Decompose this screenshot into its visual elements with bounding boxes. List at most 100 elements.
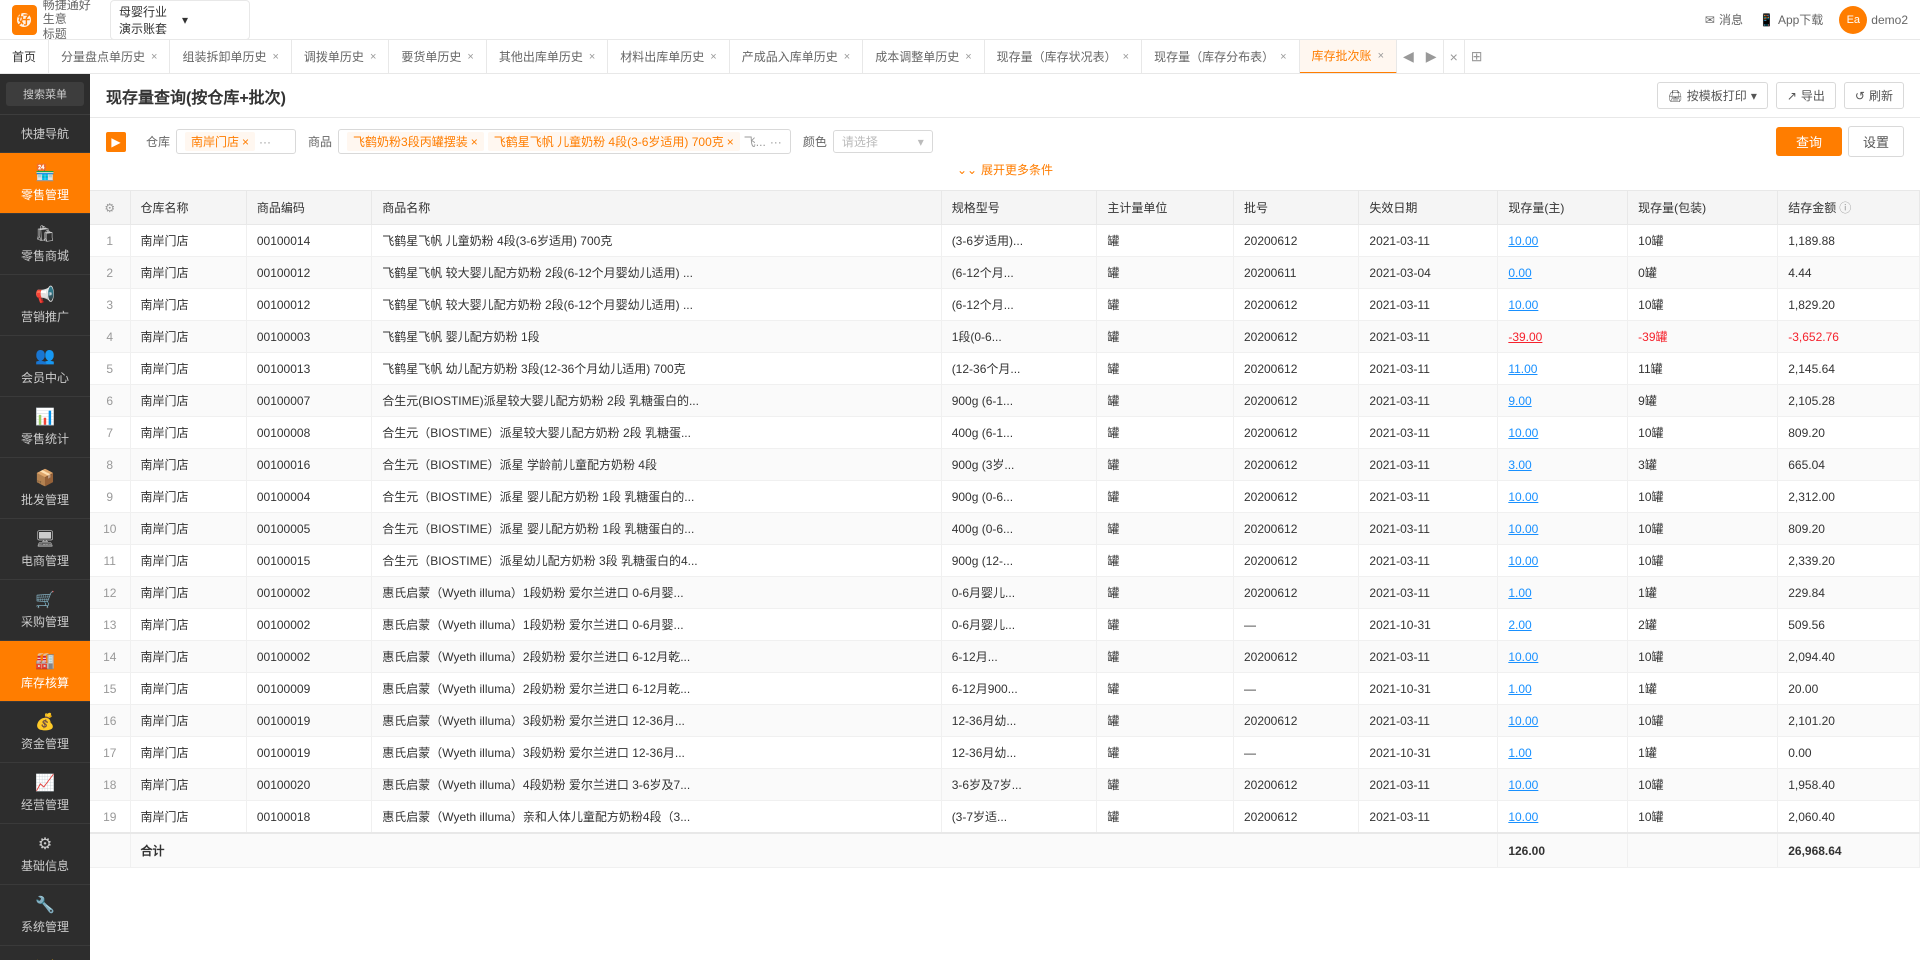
tab-close-all[interactable]: × [1443,40,1464,74]
tab-close-kucun-pici[interactable]: × [1378,50,1384,62]
search-menu-button[interactable]: 搜索菜单 [6,82,84,106]
cell-qty-main[interactable]: 1.00 [1498,737,1628,769]
cell-qty-main[interactable]: 10.00 [1498,481,1628,513]
export-button[interactable]: ↗ 导出 [1776,82,1836,109]
tab-kucun-status[interactable]: 现存量（库存状况表） × [985,40,1142,74]
tab-nav-next[interactable]: ▶ [1420,40,1443,74]
tab-close-yaohuo[interactable]: × [467,51,473,63]
column-settings-icon[interactable]: ⚙ [104,201,115,215]
tab-expand[interactable]: ⊞ [1464,40,1489,74]
sidebar-item-finance[interactable]: 💰 资金管理 [0,702,90,763]
tab-yaohuo[interactable]: 要货单历史 × [389,40,486,74]
industry-select[interactable]: 母婴行业演示账套 ▾ [110,0,250,40]
cell-qty-main[interactable]: 9.00 [1498,385,1628,417]
warehouse-tag-container[interactable]: 南岸门店 × ··· [176,129,296,154]
cell-amount: 0.00 [1778,737,1920,769]
retail-icon: 🏪 [6,163,84,183]
tab-close-chengben[interactable]: × [965,51,971,63]
tab-diaobo[interactable]: 调拨单历史 × [292,40,389,74]
tab-qita[interactable]: 其他出库单历史 × [487,40,608,74]
tab-close-cailiao[interactable]: × [710,51,716,63]
tab-nav-prev[interactable]: ◀ [1397,40,1420,74]
cell-qty-main[interactable]: -39.00 [1498,321,1628,353]
cell-qty-main[interactable]: 3.00 [1498,449,1628,481]
table-row: 15南岸门店00100009惠氏启蒙（Wyeth illuma）2段奶粉 爱尔兰… [90,673,1920,705]
cell-qty-main[interactable]: 10.00 [1498,545,1628,577]
sidebar-item-system[interactable]: 🔧 系统管理 [0,885,90,946]
cell-batch: 20200612 [1233,513,1358,545]
cell-qty-main[interactable]: 10.00 [1498,769,1628,801]
cell-qty-main[interactable]: 11.00 [1498,353,1628,385]
tab-chengben[interactable]: 成本调整单历史 × [863,40,984,74]
cell-qty-main[interactable]: 10.00 [1498,801,1628,834]
cell-no: 15 [90,673,130,705]
cell-qty-main[interactable]: 10.00 [1498,641,1628,673]
sidebar-item-wholesale[interactable]: 📦 批发管理 [0,458,90,519]
tab-close-fenbu[interactable]: × [151,51,157,63]
sidebar-item-quick-nav[interactable]: 快捷导航 [0,115,90,153]
avatar: Ea [1839,6,1867,34]
cell-qty-pack: 10罐 [1628,545,1778,577]
sidebar-item-member[interactable]: 👥 会员中心 [0,336,90,397]
tab-fenbu[interactable]: 分量盘点单历史 × [49,40,170,74]
filter-more-icon[interactable]: ··· [259,135,271,149]
sidebar-item-inventory[interactable]: 🏭 库存核算 [0,641,90,702]
tab-close-zuchai[interactable]: × [272,51,278,63]
cell-qty-main[interactable]: 10.00 [1498,289,1628,321]
cell-expire: 2021-03-11 [1359,513,1498,545]
setting-button[interactable]: 设置 [1848,126,1904,157]
sidebar-item-enterprise[interactable]: 🤝 企业协同 [0,946,90,960]
tab-close-chengpin[interactable]: × [844,51,850,63]
cell-spec: (3-7岁适... [941,801,1097,834]
tab-close-qita[interactable]: × [589,51,595,63]
sidebar-item-management[interactable]: 📈 经营管理 [0,763,90,824]
print-template-button[interactable]: 🖨 按模板打印 ▾ [1657,82,1768,109]
message-button[interactable]: ✉ 消息 [1705,11,1743,28]
tab-close-kucun-status[interactable]: × [1123,51,1129,63]
cell-qty-main[interactable]: 10.00 [1498,417,1628,449]
expand-more-button[interactable]: ⌄⌄ 展开更多条件 [957,161,1053,178]
cell-qty-main[interactable]: 2.00 [1498,609,1628,641]
color-tag-container[interactable]: 请选择 ▾ [833,130,933,153]
sidebar-item-purchase[interactable]: 🛒 采购管理 [0,580,90,641]
user-profile[interactable]: Ea demo2 [1839,6,1908,34]
cell-qty-main[interactable]: 10.00 [1498,513,1628,545]
tab-chengpin[interactable]: 产成品入库单历史 × [730,40,863,74]
cell-qty-main[interactable]: 10.00 [1498,705,1628,737]
tab-home[interactable]: 首页 [0,40,49,74]
summary-row: 合计 126.00 26,968.64 [90,833,1920,868]
cell-qty-main[interactable]: 10.00 [1498,225,1628,257]
warehouse-tag-close[interactable]: × [242,135,249,149]
cell-qty-main[interactable]: 1.00 [1498,577,1628,609]
cell-qty-main[interactable]: 1.00 [1498,673,1628,705]
sidebar-item-ecommerce[interactable]: 🖥 电商管理 [0,519,90,580]
sidebar-item-basic[interactable]: ⚙ 基础信息 [0,824,90,885]
sidebar-item-marketing[interactable]: 📢 营销推广 [0,275,90,336]
product-tag-1-close[interactable]: × [471,135,478,149]
amount-info-icon[interactable]: ⓘ [1839,199,1851,216]
svg-text:好: 好 [17,12,30,27]
app-download-button[interactable]: 📱 App下载 [1759,11,1823,28]
tab-cailiao[interactable]: 材料出库单历史 × [608,40,729,74]
cell-spec: 0-6月婴儿... [941,577,1097,609]
product-filter-more[interactable]: 飞... [744,133,766,150]
tab-close-diaobo[interactable]: × [370,51,376,63]
product-filter-dots[interactable]: ··· [770,135,782,149]
query-button[interactable]: 查询 [1776,127,1842,156]
tab-kucun-dist[interactable]: 现存量（库存分布表） × [1142,40,1299,74]
cell-batch: — [1233,673,1358,705]
tab-close-kucun-dist[interactable]: × [1280,51,1286,63]
cell-batch: 20200612 [1233,545,1358,577]
expand-arrow-button[interactable]: ▶ [106,132,126,152]
product-tag-container[interactable]: 飞鹤奶粉3段丙罐摆装 × 飞鹤星飞帆 儿童奶粉 4段(3-6岁适用) 700克 … [338,129,791,154]
product-tag-2-close[interactable]: × [727,135,734,149]
sidebar-item-retail-mall[interactable]: 🛍 零售商城 [0,214,90,275]
refresh-button[interactable]: ↺ 刷新 [1844,82,1904,109]
sidebar-item-retail[interactable]: 🏪 零售管理 [0,153,90,214]
sidebar-item-retail-stat[interactable]: 📊 零售统计 [0,397,90,458]
th-settings[interactable]: ⚙ [90,191,130,225]
tab-kucun-pici[interactable]: 库存批次账 × [1300,40,1397,74]
tab-zuchai[interactable]: 组装拆卸单历史 × [170,40,291,74]
cell-batch: 20200611 [1233,257,1358,289]
cell-qty-main[interactable]: 0.00 [1498,257,1628,289]
